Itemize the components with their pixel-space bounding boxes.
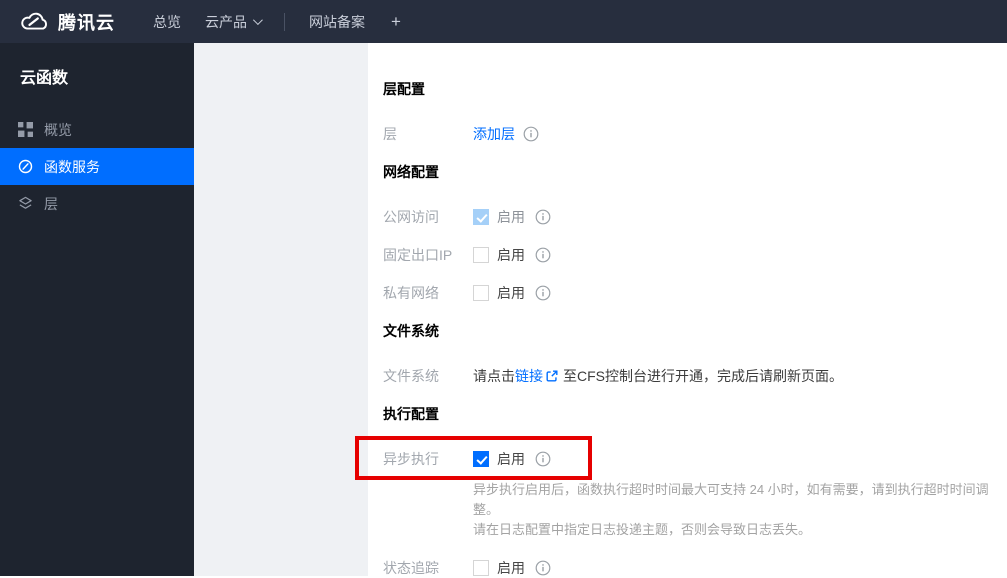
public-access-checkbox[interactable] [473, 209, 489, 225]
fixed-ip-checkbox[interactable] [473, 247, 489, 263]
async-execution-checkbox[interactable] [473, 451, 489, 467]
nav-overview-label: 总览 [153, 13, 181, 30]
row-label: 私有网络 [383, 285, 439, 301]
row-status-tracking: 状态追踪 启用 [383, 558, 997, 578]
section-execution-config: 执行配置 [383, 406, 439, 422]
row-label: 层 [383, 126, 397, 142]
section-filesystem: 文件系统 [383, 323, 439, 339]
sidebar-item-layers[interactable]: 层 [0, 185, 194, 222]
row-filesystem: 文件系统 请点击 链接 至CFS控制台进行开通，完成后请刷新页面。 [383, 366, 997, 386]
enable-label: 启用 [497, 451, 525, 467]
sidebar-item-label: 层 [44, 195, 58, 212]
external-link-icon[interactable] [545, 369, 559, 383]
enable-label: 启用 [497, 209, 525, 225]
top-nav: 总览 云产品 网站备案 + [141, 0, 415, 43]
collapsed-panel [194, 43, 368, 576]
note-line-2: 请在日志配置中指定日志投递主题，否则会导致日志丢失。 [473, 522, 812, 537]
info-icon[interactable] [523, 126, 539, 142]
row-label: 文件系统 [383, 368, 439, 384]
cloud-logo-icon [18, 10, 49, 33]
filesystem-hint: 请点击 链接 至CFS控制台进行开通，完成后请刷新页面。 [473, 366, 843, 386]
sidebar-item-label: 函数服务 [44, 158, 100, 175]
hint-text-after: 至CFS控制台进行开通，完成后请刷新页面。 [563, 368, 843, 384]
row-fixed-ip: 固定出口IP 启用 [383, 245, 997, 265]
sidebar-item-label: 概览 [44, 121, 72, 138]
row-vpc: 私有网络 启用 [383, 283, 997, 303]
info-icon[interactable] [535, 209, 551, 225]
nav-cloud-products[interactable]: 云产品 [193, 0, 272, 43]
hint-text-before: 请点击 [473, 368, 515, 384]
status-tracking-checkbox[interactable] [473, 560, 489, 576]
nav-icp-label: 网站备案 [309, 13, 365, 30]
row-public-access: 公网访问 启用 [383, 207, 997, 227]
async-execution-note: 异步执行启用后，函数执行超时时间最大可支持 24 小时，如有需要，请到执行超时时… [473, 480, 997, 540]
nav-products-label: 云产品 [205, 13, 247, 30]
info-icon[interactable] [535, 451, 551, 467]
vpc-checkbox[interactable] [473, 285, 489, 301]
sidebar-item-function-service[interactable]: 函数服务 [0, 148, 194, 185]
row-layer: 层 添加层 [383, 124, 997, 144]
grid-icon [18, 122, 33, 137]
row-label: 异步执行 [383, 451, 439, 467]
sidebar: 云函数 概览 函数服务 层 [0, 43, 194, 576]
row-async-execution: 异步执行 启用 [383, 449, 997, 469]
add-layer-link[interactable]: 添加层 [473, 124, 515, 144]
nav-add-button[interactable]: + [377, 12, 415, 32]
settings-panel: 层配置 层 添加层 网络配置 公网访问 启用 固定出口IP 启用 私有网络 启用… [368, 43, 1007, 576]
cfs-link[interactable]: 链接 [515, 366, 543, 386]
chevron-down-icon [252, 15, 263, 26]
info-icon[interactable] [535, 247, 551, 263]
row-label: 状态追踪 [383, 560, 439, 576]
nav-overview[interactable]: 总览 [141, 0, 193, 43]
layers-icon [18, 196, 33, 211]
row-label: 固定出口IP [383, 247, 453, 263]
note-line-1: 异步执行启用后，函数执行超时时间最大可支持 24 小时，如有需要，请到执行超时时… [473, 482, 989, 517]
row-label: 公网访问 [383, 209, 439, 225]
info-icon[interactable] [535, 560, 551, 576]
enable-label: 启用 [497, 560, 525, 576]
section-layer-config: 层配置 [383, 81, 425, 97]
brand-text: 腾讯云 [58, 12, 115, 33]
function-icon [18, 159, 33, 174]
nav-divider [284, 12, 285, 31]
nav-icp-filing[interactable]: 网站备案 [297, 0, 377, 43]
top-bar: 腾讯云 总览 云产品 网站备案 + [0, 0, 1007, 43]
enable-label: 启用 [497, 247, 525, 263]
info-icon[interactable] [535, 285, 551, 301]
section-network-config: 网络配置 [383, 164, 439, 180]
tencent-cloud-logo[interactable]: 腾讯云 [0, 9, 115, 35]
enable-label: 启用 [497, 285, 525, 301]
sidebar-title: 云函数 [20, 70, 69, 87]
sidebar-item-overview[interactable]: 概览 [0, 111, 194, 148]
